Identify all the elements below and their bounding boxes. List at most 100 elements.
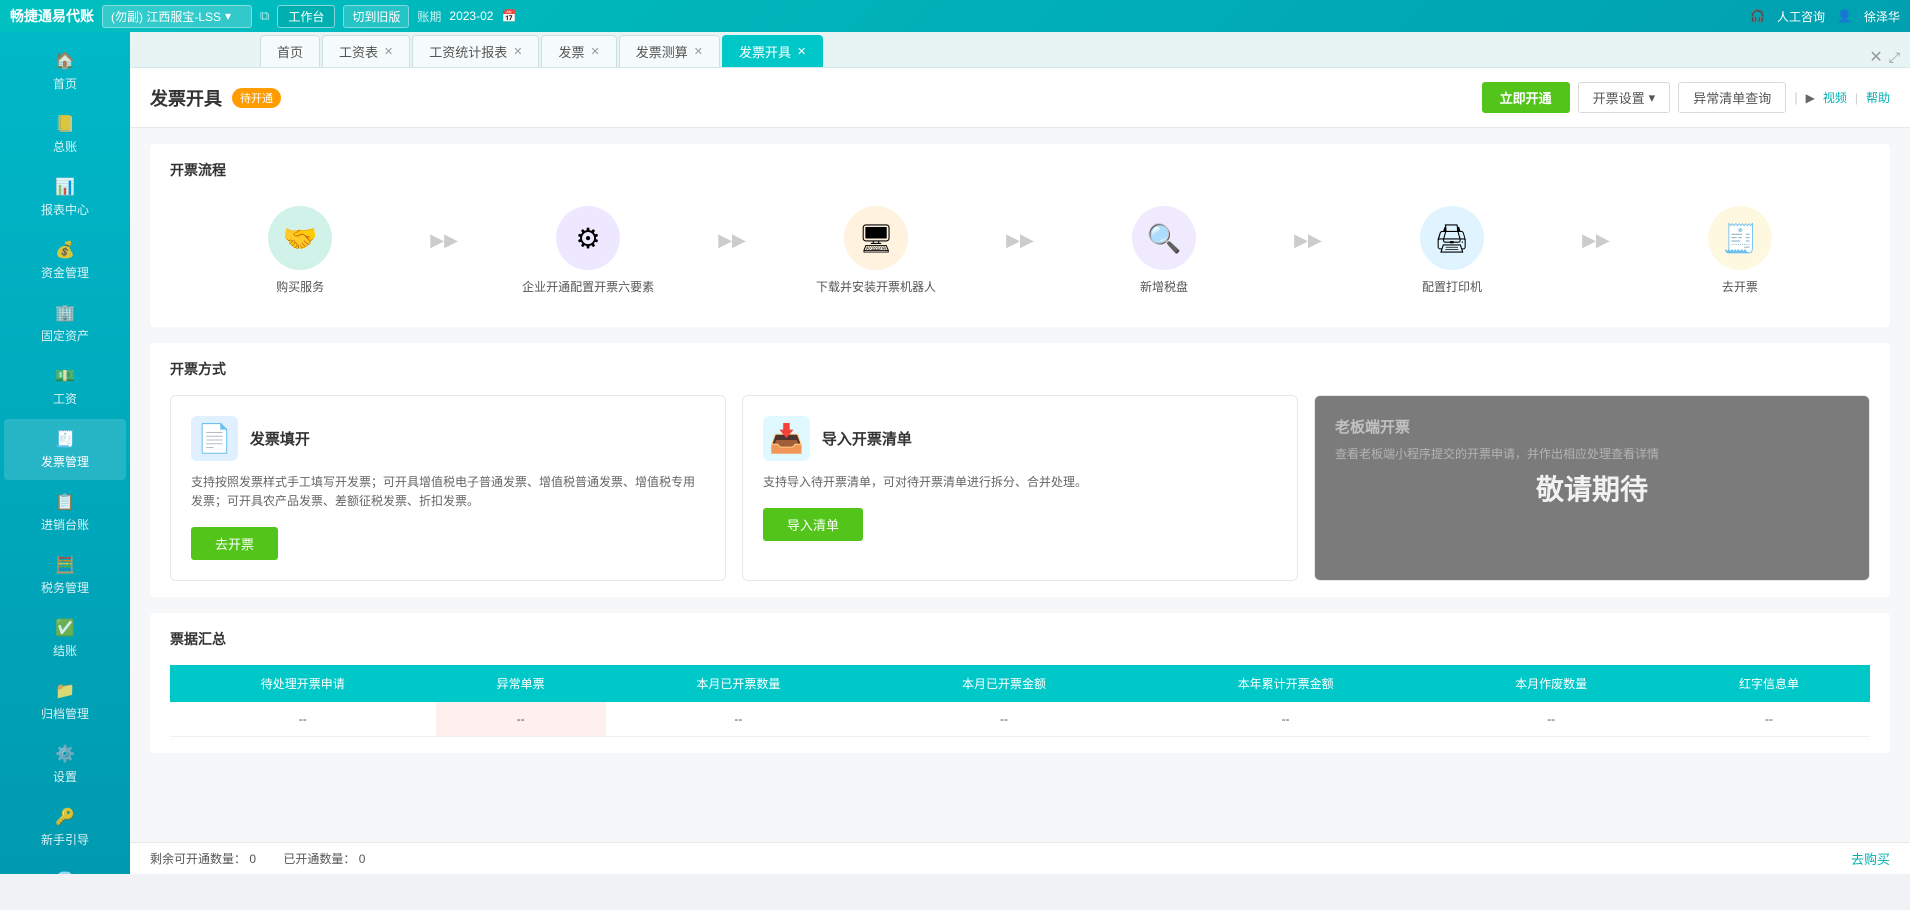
manual-issue-button[interactable]: 去开票 (191, 527, 278, 560)
nav-tabs: 首页 工资表 ✕ 工资统计报表 ✕ 发票 ✕ 发票测算 ✕ 发票开具 ✕ (130, 32, 1910, 68)
tab-close-icon[interactable]: ✕ (694, 45, 703, 58)
top-bar: 畅捷通易代账 (勿副) 江西服宝-LSS ▾ ⧉ 工作台 切到旧版 账期 202… (0, 0, 1910, 32)
sidebar: 🏠 首页 📒 总账 📊 报表中心 💰 资金管理 🏢 固定资产 💵 工资 🧾 发票… (0, 32, 130, 874)
coming-soon-overlay: 敬请期待 (1315, 396, 1869, 580)
tax-mgmt-icon: 🧮 (55, 555, 75, 575)
content-area: 发票开具 待开通 立即开通 开票设置 ▾ 异常清单查询 | ▶ 视频 | (130, 68, 1910, 874)
user-name[interactable]: 徐泽华 (1864, 8, 1900, 25)
sidebar-item-archive[interactable]: 📁 归档管理 (4, 671, 126, 732)
sidebar-item-settings[interactable]: ⚙️ 设置 (4, 734, 126, 795)
step-label-issue: 去开票 (1722, 278, 1758, 295)
tab-close-icon[interactable]: ✕ (797, 45, 806, 58)
window-controls: ✕ ⤢ (1869, 47, 1910, 67)
step-icon-buy-service: 🤝 (268, 206, 332, 270)
tab-invoice[interactable]: 发票 ✕ (541, 35, 616, 67)
summary-col-month-amount: 本月已开票金额 (871, 665, 1137, 702)
tab-invoice-calc[interactable]: 发票测算 ✕ (619, 35, 720, 67)
step-label-config: 企业开通配置开票六要素 (522, 278, 654, 295)
process-section-title: 开票流程 (170, 160, 1870, 180)
tab-salary[interactable]: 工资表 ✕ (322, 35, 410, 67)
process-step-printer: 🖨 配置打印机 (1322, 206, 1582, 295)
sidebar-item-invoice-mgmt[interactable]: 🧾 发票管理 (4, 419, 126, 480)
step-icon-taxdisk: 🔍 (1132, 206, 1196, 270)
method-card-manual: 📄 发票填开 支持按照发票样式手工填写开发票；可开具增值税电子普通发票、增值税普… (170, 395, 726, 581)
sidebar-item-label: 新手引导 (41, 831, 89, 848)
pipe: | (1855, 91, 1858, 105)
sidebar-item-funds[interactable]: 💰 资金管理 (4, 230, 126, 291)
maximize-icon[interactable]: ⤢ (1889, 49, 1900, 66)
process-steps: 🤝 购买服务 ▶▶ ⚙ 企业开通配置开票六要素 ▶▶ (170, 196, 1870, 311)
sidebar-item-ledger[interactable]: 📒 总账 (4, 104, 126, 165)
summary-section-title: 票据汇总 (170, 629, 1870, 649)
sidebar-item-guide[interactable]: 🔑 新手引导 (4, 797, 126, 858)
copy-icon[interactable]: ⧉ (260, 8, 269, 24)
open-now-button[interactable]: 立即开通 (1482, 82, 1570, 113)
period-label: 账期 (417, 8, 441, 25)
sidebar-item-reports[interactable]: 📊 报表中心 (4, 167, 126, 228)
tab-home[interactable]: 首页 (260, 35, 320, 67)
help-area: ▶ 视频 | 帮助 (1806, 89, 1890, 106)
sidebar-item-member[interactable]: 💎 畅会员 (4, 860, 126, 874)
tab-label: 发票测算 (636, 42, 688, 61)
tab-close-icon[interactable]: ✕ (591, 45, 600, 58)
sidebar-item-salary[interactable]: 💵 工资 (4, 356, 126, 417)
remaining-value: 0 (249, 852, 256, 866)
member-icon: 💎 (55, 870, 75, 874)
help-video-label[interactable]: 视频 (1823, 89, 1847, 106)
abnormal-query-button[interactable]: 异常清单查询 (1678, 82, 1786, 113)
tab-close-icon[interactable]: ✕ (513, 45, 522, 58)
opened-value: 0 (359, 852, 366, 866)
sidebar-item-tax-mgmt[interactable]: 🧮 税务管理 (4, 545, 126, 606)
divider: | (1794, 90, 1797, 105)
sidebar-item-label: 进销台账 (41, 516, 89, 533)
summary-col-abnormal: 异常单票 (436, 665, 606, 702)
manual-card-icon: 📄 (191, 416, 238, 461)
sidebar-item-label: 结账 (53, 642, 77, 659)
process-step-config: ⚙ 企业开通配置开票六要素 (458, 206, 718, 295)
chevron-down-icon: ▾ (1649, 90, 1656, 106)
workstation-button[interactable]: 工作台 (277, 5, 335, 28)
summary-cell-abnormal: -- (436, 702, 606, 737)
support-label[interactable]: 人工咨询 (1777, 8, 1825, 25)
sidebar-item-fixed-assets[interactable]: 🏢 固定资产 (4, 293, 126, 354)
status-badge: 待开通 (232, 88, 281, 108)
tab-salary-report[interactable]: 工资统计报表 ✕ (412, 35, 539, 67)
sidebar-item-in-out[interactable]: 📋 进销台账 (4, 482, 126, 543)
import-card-title: 导入开票清单 (822, 428, 912, 449)
import-card-desc: 支持导入待开票清单，可对待开票清单进行拆分、合并处理。 (763, 473, 1277, 492)
summary-cell-year-amount: -- (1137, 702, 1434, 737)
video-icon: ▶ (1806, 91, 1815, 105)
company-selector[interactable]: (勿副) 江西服宝-LSS ▾ (102, 5, 252, 28)
step-arrow-5: ▶▶ (1582, 230, 1610, 251)
salary-icon: 💵 (55, 366, 75, 386)
step-arrow-2: ▶▶ (718, 230, 746, 251)
buy-more-button[interactable]: 去购买 (1851, 849, 1890, 868)
summary-col-red-info: 红字信息单 (1668, 665, 1870, 702)
import-list-button[interactable]: 导入清单 (763, 508, 863, 541)
step-icon-printer: 🖨 (1420, 206, 1484, 270)
step-arrow-1: ▶▶ (430, 230, 458, 251)
process-step-buy-service: 🤝 购买服务 (170, 206, 430, 295)
sidebar-item-label: 总账 (53, 138, 77, 155)
home-icon: 🏠 (55, 51, 75, 71)
sidebar-item-label: 税务管理 (41, 579, 89, 596)
sidebar-item-home[interactable]: 🏠 首页 (4, 41, 126, 102)
sidebar-item-label: 发票管理 (41, 453, 89, 470)
step-label-printer: 配置打印机 (1422, 278, 1482, 295)
sidebar-item-label: 工资 (53, 390, 77, 407)
tab-close-icon[interactable]: ✕ (384, 45, 393, 58)
minimize-icon[interactable]: ✕ (1869, 47, 1882, 67)
avatar-icon: 👤 (1837, 9, 1852, 23)
switch-version-button[interactable]: 切到旧版 (343, 5, 409, 28)
page-header: 发票开具 待开通 立即开通 开票设置 ▾ 异常清单查询 | ▶ 视频 | (130, 68, 1910, 128)
open-settings-button[interactable]: 开票设置 ▾ (1578, 82, 1671, 113)
summary-cell-month-amount: -- (871, 702, 1137, 737)
sidebar-item-checkout[interactable]: ✅ 结账 (4, 608, 126, 669)
right-panel: 首页 工资表 ✕ 工资统计报表 ✕ 发票 ✕ 发票测算 ✕ 发票开具 ✕ (130, 32, 1910, 874)
summary-data-row: -- -- -- -- -- -- -- (170, 702, 1870, 737)
tab-label: 首页 (277, 42, 303, 61)
tab-invoice-issue[interactable]: 发票开具 ✕ (722, 35, 823, 67)
import-card-icon: 📥 (763, 416, 810, 461)
calendar-icon[interactable]: 📅 (501, 9, 516, 23)
help-doc-label[interactable]: 帮助 (1866, 89, 1890, 106)
